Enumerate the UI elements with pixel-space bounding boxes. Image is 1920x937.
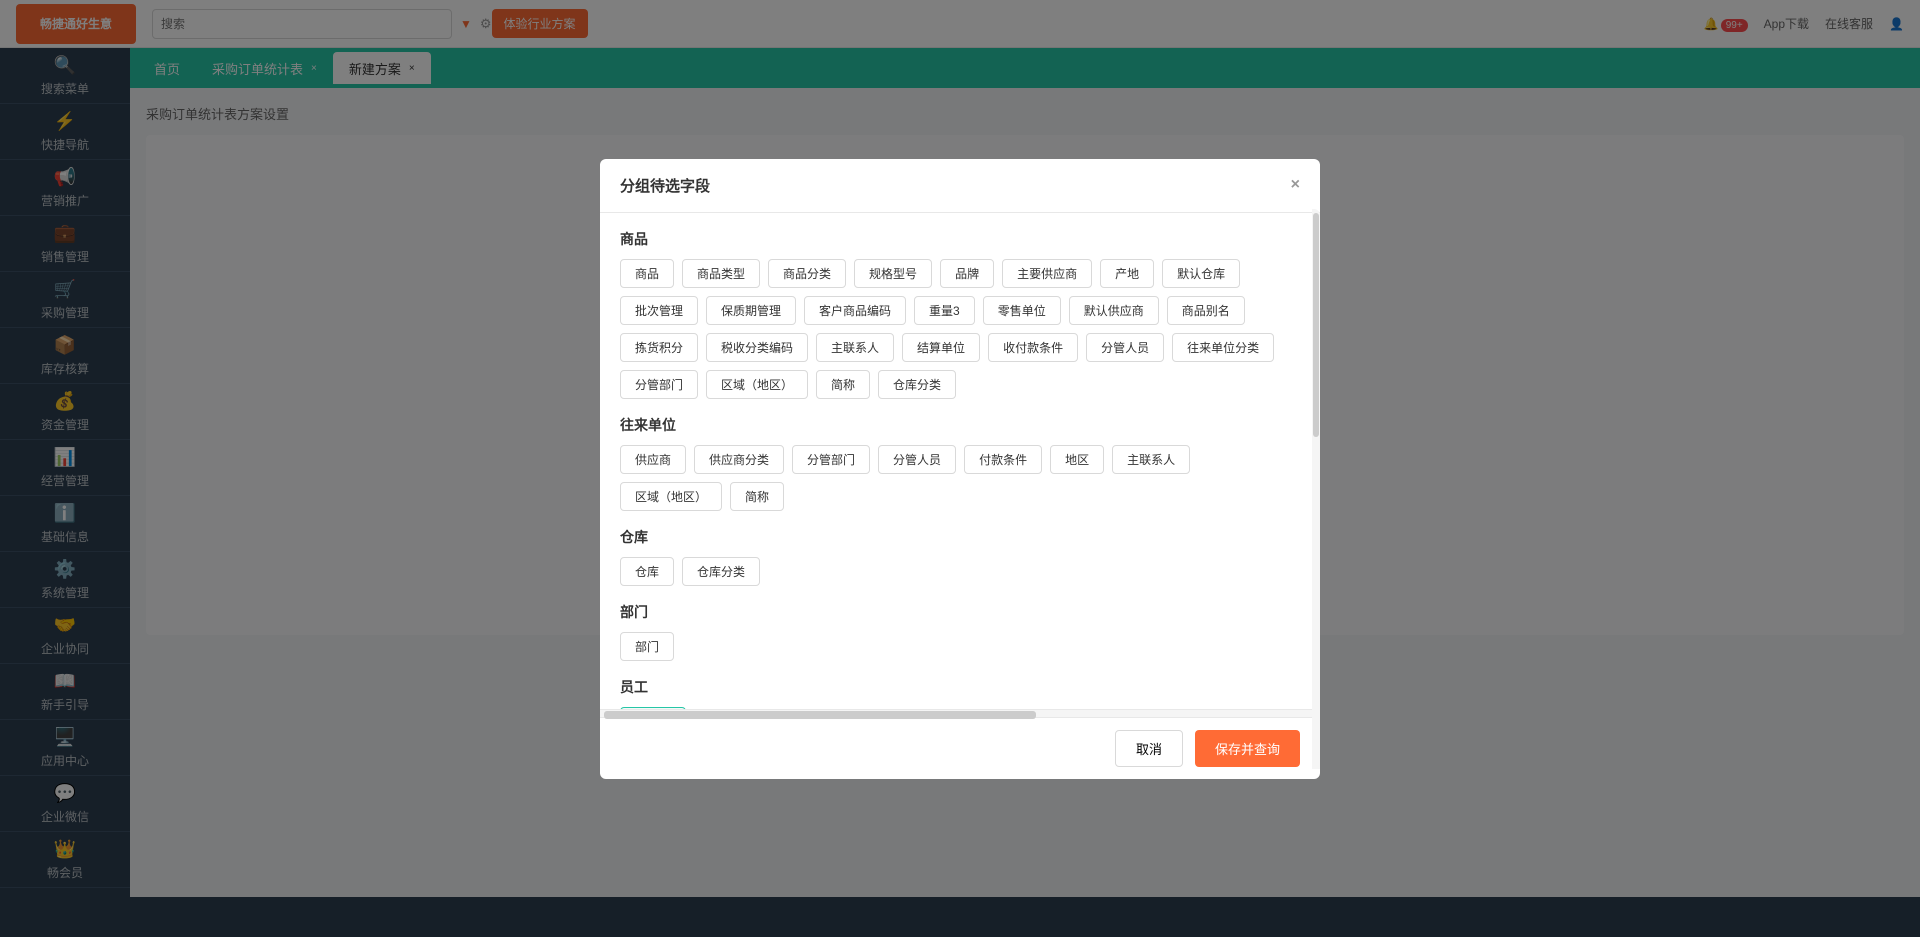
field-tag[interactable]: 区域（地区） bbox=[620, 482, 722, 511]
field-tag[interactable]: 主要供应商 bbox=[1002, 259, 1092, 288]
field-tag[interactable]: 重量3 bbox=[914, 296, 975, 325]
modal-close-button[interactable]: × bbox=[1291, 176, 1300, 194]
field-tag[interactable]: 简称 bbox=[730, 482, 784, 511]
field-tag[interactable]: 品牌 bbox=[940, 259, 994, 288]
section-goods: 商品 商品 商品类型 商品分类 规格型号 品牌 主要供应商 产地 默认仓库 批次… bbox=[620, 229, 1300, 399]
field-tag[interactable]: 客户商品编码 bbox=[804, 296, 906, 325]
field-tag[interactable]: 仓库 bbox=[620, 557, 674, 586]
modal-footer: 取消 保存并查询 bbox=[600, 717, 1320, 779]
field-tag[interactable]: 主联系人 bbox=[1112, 445, 1190, 474]
modal-overlay: 分组待选字段 × 商品 商品 商品类型 商品分类 规格型号 品牌 主要供应商 产… bbox=[0, 0, 1920, 937]
field-tag[interactable]: 仓库分类 bbox=[878, 370, 956, 399]
section-title-partner: 往来单位 bbox=[620, 415, 1300, 435]
field-tags-partner: 供应商 供应商分类 分管部门 分管人员 付款条件 地区 主联系人 区域（地区） … bbox=[620, 445, 1300, 511]
field-tag[interactable]: 商品类型 bbox=[682, 259, 760, 288]
section-title-employee: 员工 bbox=[620, 677, 1300, 697]
vscroll-thumb bbox=[1313, 213, 1319, 437]
field-tag[interactable]: 分管人员 bbox=[878, 445, 956, 474]
field-tags-warehouse: 仓库 仓库分类 bbox=[620, 557, 1300, 586]
section-warehouse: 仓库 仓库 仓库分类 bbox=[620, 527, 1300, 586]
modal-title: 分组待选字段 bbox=[620, 175, 710, 196]
field-tag[interactable]: 区域（地区） bbox=[706, 370, 808, 399]
section-title-warehouse: 仓库 bbox=[620, 527, 1300, 547]
field-tag[interactable]: 商品别名 bbox=[1167, 296, 1245, 325]
field-tag[interactable]: 供应商分类 bbox=[694, 445, 784, 474]
section-partner: 往来单位 供应商 供应商分类 分管部门 分管人员 付款条件 地区 主联系人 区域… bbox=[620, 415, 1300, 511]
field-tag[interactable]: 保质期管理 bbox=[706, 296, 796, 325]
section-title-department: 部门 bbox=[620, 602, 1300, 622]
modal-header: 分组待选字段 × bbox=[600, 159, 1320, 213]
field-tag[interactable]: 产地 bbox=[1100, 259, 1154, 288]
field-tag[interactable]: 地区 bbox=[1050, 445, 1104, 474]
field-tag[interactable]: 规格型号 bbox=[854, 259, 932, 288]
field-tag[interactable]: 收付款条件 bbox=[988, 333, 1078, 362]
field-tag[interactable]: 往来单位分类 bbox=[1172, 333, 1274, 362]
cancel-button[interactable]: 取消 bbox=[1115, 730, 1183, 767]
field-tag[interactable]: 结算单位 bbox=[902, 333, 980, 362]
field-tags-goods: 商品 商品类型 商品分类 规格型号 品牌 主要供应商 产地 默认仓库 批次管理 … bbox=[620, 259, 1300, 399]
field-tag[interactable]: 零售单位 bbox=[983, 296, 1061, 325]
field-tag[interactable]: 仓库分类 bbox=[682, 557, 760, 586]
field-tag[interactable]: 分管部门 bbox=[620, 370, 698, 399]
modal-vscroll[interactable] bbox=[1312, 209, 1320, 769]
field-tag[interactable]: 税收分类编码 bbox=[706, 333, 808, 362]
field-tag[interactable]: 批次管理 bbox=[620, 296, 698, 325]
field-tag[interactable]: 商品 bbox=[620, 259, 674, 288]
section-department: 部门 部门 bbox=[620, 602, 1300, 661]
confirm-button[interactable]: 保存并查询 bbox=[1195, 730, 1300, 767]
hscroll-thumb bbox=[604, 711, 1036, 719]
field-tag[interactable]: 拣货积分 bbox=[620, 333, 698, 362]
field-tag[interactable]: 主联系人 bbox=[816, 333, 894, 362]
section-employee: 员工 业务员 bbox=[620, 677, 1300, 709]
field-tags-department: 部门 bbox=[620, 632, 1300, 661]
field-tag[interactable]: 付款条件 bbox=[964, 445, 1042, 474]
field-tag[interactable]: 简称 bbox=[816, 370, 870, 399]
field-tag[interactable]: 部门 bbox=[620, 632, 674, 661]
modal-hscroll[interactable] bbox=[600, 709, 1320, 717]
field-tag[interactable]: 分管人员 bbox=[1086, 333, 1164, 362]
section-title-goods: 商品 bbox=[620, 229, 1300, 249]
field-tag[interactable]: 供应商 bbox=[620, 445, 686, 474]
field-tag[interactable]: 默认供应商 bbox=[1069, 296, 1159, 325]
field-tag[interactable]: 商品分类 bbox=[768, 259, 846, 288]
field-tag[interactable]: 默认仓库 bbox=[1162, 259, 1240, 288]
field-selection-modal: 分组待选字段 × 商品 商品 商品类型 商品分类 规格型号 品牌 主要供应商 产… bbox=[600, 159, 1320, 779]
modal-body[interactable]: 商品 商品 商品类型 商品分类 规格型号 品牌 主要供应商 产地 默认仓库 批次… bbox=[600, 213, 1320, 709]
field-tag[interactable]: 分管部门 bbox=[792, 445, 870, 474]
